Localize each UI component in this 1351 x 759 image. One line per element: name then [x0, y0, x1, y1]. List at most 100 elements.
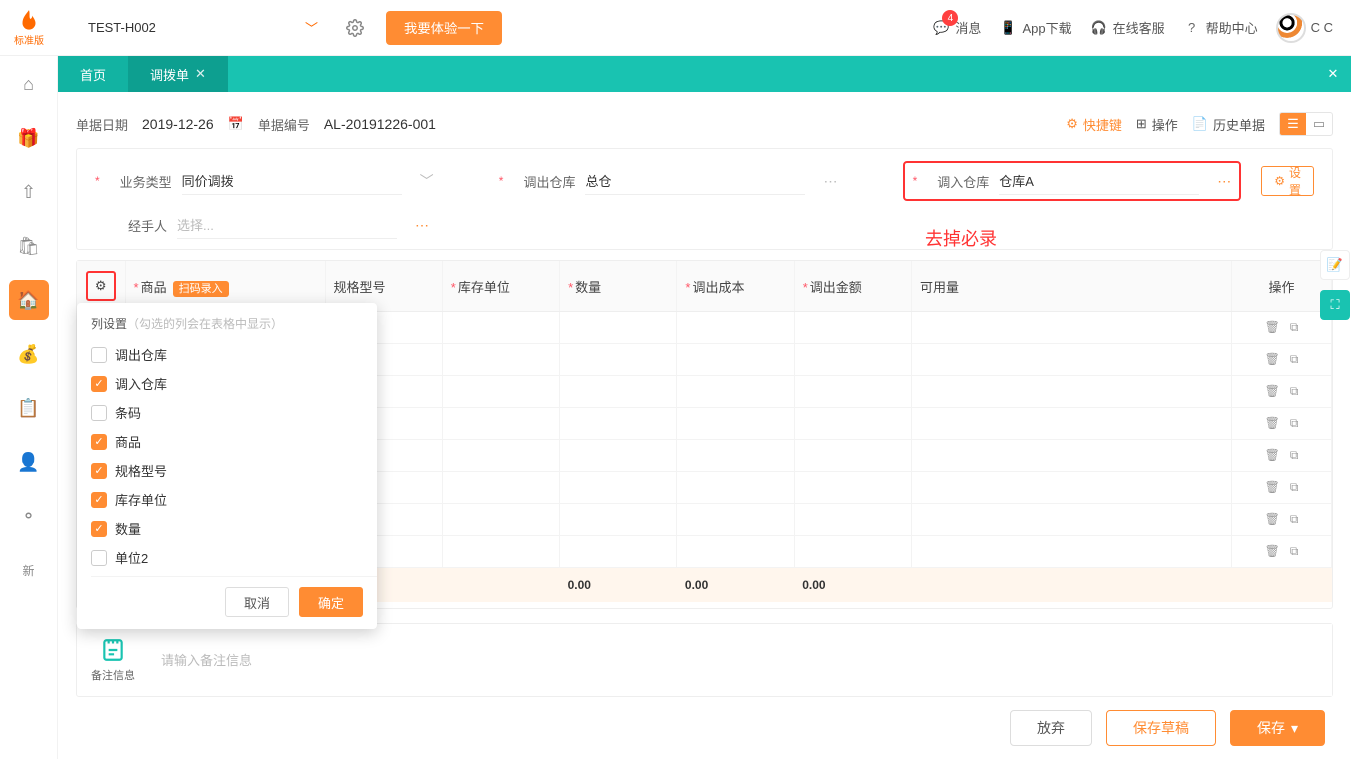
column-setting-item[interactable]: ✓商品: [91, 427, 371, 456]
column-setting-item[interactable]: ✓规格型号: [91, 456, 371, 485]
delete-icon[interactable]: 🗑: [1265, 544, 1280, 558]
close-all-tabs[interactable]: ✕: [1315, 56, 1351, 92]
nav-bag[interactable]: 🛍: [9, 226, 49, 266]
checkbox-icon[interactable]: ✓: [91, 376, 107, 392]
column-setting-item[interactable]: 调出仓库: [91, 340, 371, 369]
nav-new[interactable]: 新: [9, 550, 49, 590]
history-icon: 📄: [1192, 116, 1208, 132]
nav-money[interactable]: 💰: [9, 334, 49, 374]
copy-icon[interactable]: ⧉: [1290, 544, 1299, 558]
avatar-icon: [1276, 13, 1306, 43]
biz-type-field[interactable]: * 业务类型 同价调拨 ﹀: [95, 167, 454, 195]
nav-more[interactable]: ⚬: [9, 496, 49, 536]
delete-icon[interactable]: 🗑: [1265, 512, 1280, 526]
message-button[interactable]: 💬 消息 4: [932, 18, 981, 37]
checkbox-icon[interactable]: ✓: [91, 492, 107, 508]
delete-icon[interactable]: 🗑: [1265, 448, 1280, 462]
org-value: TEST-H002: [88, 20, 156, 35]
copy-icon[interactable]: ⧉: [1290, 512, 1299, 526]
in-warehouse-annotation-box: * 调入仓库 仓库A ⋯: [903, 161, 1242, 201]
more-icon: ⋯: [1209, 173, 1231, 190]
checkbox-icon[interactable]: ✓: [91, 521, 107, 537]
copy-icon[interactable]: ⧉: [1290, 352, 1299, 366]
in-warehouse-field[interactable]: * 调入仓库 仓库A ⋯: [913, 167, 1232, 195]
gift-icon: 🎁: [17, 128, 39, 149]
discard-button[interactable]: 放弃: [1010, 710, 1092, 746]
col-operations: 操作: [1232, 261, 1332, 312]
note-icon: 📝: [1327, 257, 1343, 273]
copy-icon[interactable]: ⧉: [1290, 416, 1299, 430]
rail-note-button[interactable]: 📝: [1320, 250, 1350, 280]
note-icon: [100, 637, 126, 663]
headset-icon: 🎧: [1090, 19, 1108, 37]
delete-icon[interactable]: 🗑: [1265, 320, 1280, 334]
scan-input-button[interactable]: 扫码录入: [173, 281, 229, 297]
column-setting-item[interactable]: 条码: [91, 398, 371, 427]
delete-icon[interactable]: 🗑: [1265, 384, 1280, 398]
column-setting-item[interactable]: ✓库存单位: [91, 485, 371, 514]
view-mode-toggle[interactable]: ☰ ▭: [1279, 112, 1333, 136]
flame-icon: [16, 8, 42, 34]
chevron-down-icon: ﹀: [412, 171, 434, 191]
tab-transfer-order[interactable]: 调拨单 ✕: [128, 56, 228, 92]
remark-input[interactable]: [149, 624, 1332, 696]
checkbox-icon[interactable]: ✓: [91, 434, 107, 450]
column-setting-item[interactable]: ✓调入仓库: [91, 369, 371, 398]
user-menu[interactable]: C C: [1276, 13, 1333, 43]
column-setting-item[interactable]: ✓数量: [91, 514, 371, 543]
left-nav: ⌂ 🎁 ⇧ 🛍 🏠 💰 📋 👤 ⚬ 新: [0, 56, 58, 759]
delete-icon[interactable]: 🗑: [1265, 480, 1280, 494]
clipboard-icon: 📋: [17, 398, 39, 419]
promo-button[interactable]: 我要体验一下: [386, 11, 502, 45]
column-settings-cancel[interactable]: 取消: [225, 587, 289, 617]
checkbox-icon[interactable]: [91, 405, 107, 421]
checkbox-icon[interactable]: [91, 347, 107, 363]
nav-contact[interactable]: 👤: [9, 442, 49, 482]
nav-home[interactable]: ⌂: [9, 64, 49, 104]
shortcut-button[interactable]: ⚙快捷键: [1066, 115, 1122, 134]
column-setting-button[interactable]: ⚙设置: [1261, 166, 1314, 196]
delete-icon[interactable]: 🗑: [1265, 352, 1280, 366]
online-service-button[interactable]: 🎧 在线客服: [1090, 18, 1165, 37]
footer-actions: 放弃 保存草稿 保存▾: [76, 697, 1333, 759]
copy-icon[interactable]: ⧉: [1290, 320, 1299, 334]
bag-icon: 🛍: [17, 236, 40, 257]
checkbox-icon[interactable]: ✓: [91, 463, 107, 479]
phone-icon: 📱: [999, 19, 1017, 37]
rail-fullscreen-button[interactable]: ⛶: [1320, 290, 1350, 320]
close-icon[interactable]: ✕: [195, 66, 206, 82]
date-value[interactable]: 2019-12-26: [142, 116, 214, 132]
checkbox-icon[interactable]: [91, 550, 107, 566]
operate-button[interactable]: ⊞操作: [1136, 115, 1178, 134]
nav-gift[interactable]: 🎁: [9, 118, 49, 158]
chevron-down-icon: ﹀: [305, 18, 318, 37]
app-download-button[interactable]: 📱 App下载: [999, 18, 1071, 37]
delete-icon[interactable]: 🗑: [1265, 416, 1280, 430]
settings-gear-button[interactable]: [338, 11, 372, 45]
more-icon: ⋯: [815, 173, 837, 190]
history-button[interactable]: 📄历史单据: [1192, 115, 1265, 134]
column-setting-item[interactable]: 单位2: [91, 543, 371, 570]
copy-icon[interactable]: ⧉: [1290, 384, 1299, 398]
nav-cloud-up[interactable]: ⇧: [9, 172, 49, 212]
col-out-cost: *调出成本: [677, 261, 794, 312]
save-draft-button[interactable]: 保存草稿: [1106, 710, 1216, 746]
help-center-button[interactable]: ? 帮助中心: [1183, 18, 1258, 37]
document-area: 单据日期 2019-12-26 📅 单据编号 AL-20191226-001 ⚙…: [58, 92, 1351, 759]
doc-no-value: AL-20191226-001: [324, 116, 436, 132]
list-view-icon[interactable]: ☰: [1280, 113, 1306, 135]
tab-home[interactable]: 首页: [58, 56, 128, 92]
copy-icon[interactable]: ⧉: [1290, 480, 1299, 494]
org-select[interactable]: TEST-H002 ﹀: [78, 11, 328, 45]
grid-view-icon[interactable]: ▭: [1306, 113, 1332, 135]
dots-icon: ⚬: [21, 506, 36, 527]
copy-icon[interactable]: ⧉: [1290, 448, 1299, 462]
calendar-icon[interactable]: 📅: [228, 116, 244, 132]
nav-warehouse[interactable]: 🏠: [9, 280, 49, 320]
out-warehouse-field[interactable]: * 调出仓库 总仓 ⋯: [499, 167, 858, 195]
brand-label: 标准版: [14, 32, 44, 47]
handler-field[interactable]: 经手人 选择... ⋯: [95, 211, 449, 239]
save-button[interactable]: 保存▾: [1230, 710, 1325, 746]
column-settings-ok[interactable]: 确定: [299, 587, 363, 617]
nav-clipboard[interactable]: 📋: [9, 388, 49, 428]
